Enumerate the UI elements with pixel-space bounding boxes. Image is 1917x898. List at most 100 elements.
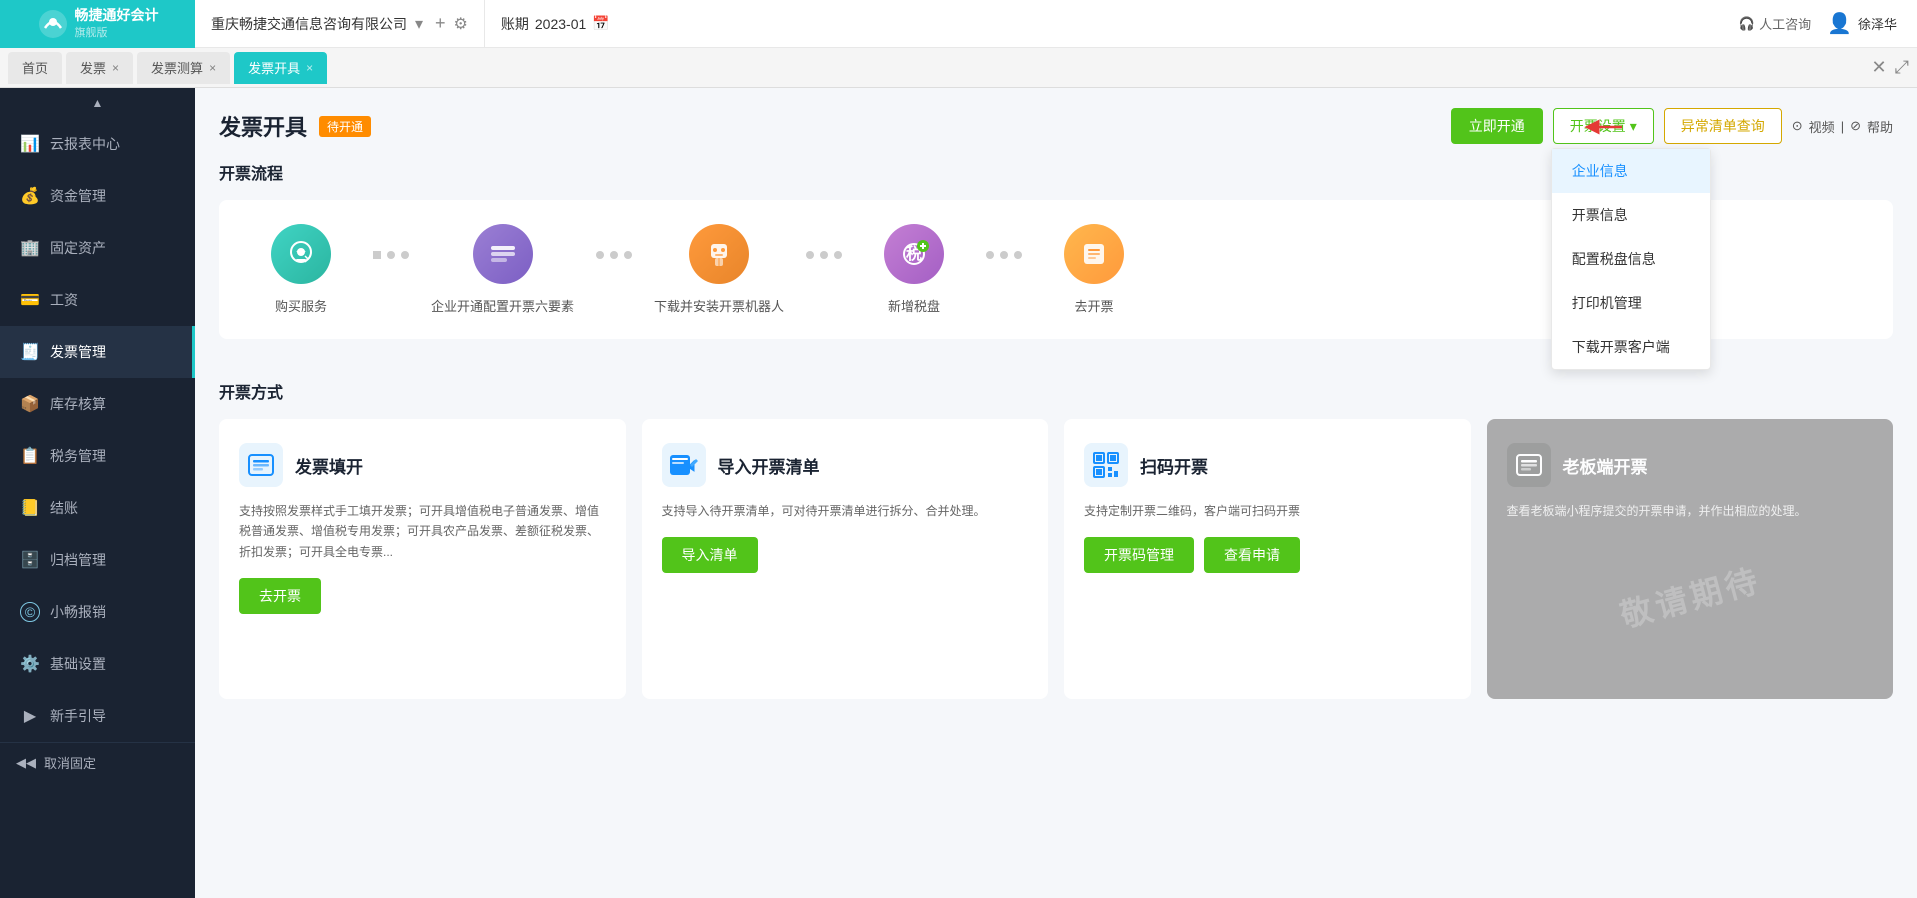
flow-connector-2 — [574, 254, 654, 256]
tab-invoice-open[interactable]: 发票开具 × — [234, 52, 327, 84]
sidebar-item-invoice-mgmt[interactable]: 🧾 发票管理 — [0, 326, 195, 378]
calendar-icon[interactable]: 📅 — [592, 15, 609, 32]
status-badge: 待开通 — [319, 116, 371, 137]
sidebar-item-fixed-assets-label: 固定资产 — [50, 238, 106, 258]
sidebar-item-cloud-report-label: 云报表中心 — [50, 134, 120, 154]
tab-invoice[interactable]: 发票 × — [66, 52, 133, 84]
dropdown-item-invoice-info[interactable]: 开票信息 — [1552, 193, 1710, 237]
scan-invoice-icon — [1084, 443, 1128, 487]
abnormal-button[interactable]: 异常清单查询 — [1664, 108, 1782, 144]
video-help[interactable]: ⊙ 视频 | ⊘ 帮助 — [1792, 117, 1893, 136]
boss-invoice-icon — [1507, 443, 1551, 487]
tab-invoice-calc-label: 发票测算 — [151, 58, 203, 77]
scan-invoice-apply-button[interactable]: 查看申请 — [1204, 537, 1300, 573]
sidebar-item-fixed-assets[interactable]: 🏢 固定资产 — [0, 222, 195, 274]
settings-sidebar-icon: ⚙️ — [20, 654, 40, 674]
dropdown-arrow-icon: ▾ — [415, 14, 423, 34]
import-list-button[interactable]: 导入清单 — [662, 537, 758, 573]
sidebar-item-tax-label: 税务管理 — [50, 446, 106, 466]
dropdown-menu: 企业信息 开票信息 配置税盘信息 打印机管理 下载开票客户端 — [1551, 148, 1711, 370]
red-arrow-icon — [1572, 119, 1632, 149]
do-invoice-label: 去开票 — [1075, 296, 1114, 315]
sidebar-item-settings[interactable]: ⚙️ 基础设置 — [0, 638, 195, 690]
sidebar-item-xiaochang[interactable]: © 小畅报销 — [0, 586, 195, 638]
flow-step-do-invoice[interactable]: 去开票 — [1044, 224, 1144, 315]
boss-invoice-title: 老板端开票 — [1563, 453, 1648, 478]
sidebar-item-cloud-report[interactable]: 📊 云报表中心 — [0, 118, 195, 170]
sidebar-item-accounting[interactable]: 📒 结账 — [0, 482, 195, 534]
sidebar-scroll-up[interactable]: ▲ — [0, 88, 195, 118]
account-period: 账期 2023-01 📅 — [485, 14, 626, 34]
xiaochang-icon: © — [20, 602, 40, 622]
sidebar-item-salary[interactable]: 💳 工资 — [0, 274, 195, 326]
tab-invoice-label: 发票 — [80, 58, 106, 77]
dropdown-item-printer-mgmt[interactable]: 打印机管理 — [1552, 281, 1710, 325]
tab-invoice-calc[interactable]: 发票测算 × — [137, 52, 230, 84]
fixed-assets-icon: 🏢 — [20, 238, 40, 258]
manual-fill-title: 发票填开 — [295, 453, 363, 478]
tab-invoice-calc-close[interactable]: × — [209, 61, 216, 75]
tab-home[interactable]: 首页 — [8, 52, 62, 84]
flow-step-buy-service[interactable]: 购买服务 — [251, 224, 351, 315]
tab-invoice-close[interactable]: × — [112, 61, 119, 75]
scan-invoice-code-button[interactable]: 开票码管理 — [1084, 537, 1194, 573]
fund-icon: 💰 — [20, 186, 40, 206]
company-name: 重庆畅捷交通信息咨询有限公司 — [211, 14, 407, 34]
sidebar-item-tax[interactable]: 📋 税务管理 — [0, 430, 195, 482]
dropdown-item-tax-config[interactable]: 配置税盘信息 — [1552, 237, 1710, 281]
sidebar-item-fund-label: 资金管理 — [50, 186, 106, 206]
do-invoice-icon — [1064, 224, 1124, 284]
page-header: 发票开具 待开通 立即开通 开票设置 ▾ 异常清单查询 ⊙ 视频 | ⊘ 帮助 — [195, 88, 1917, 160]
tab-invoice-open-close[interactable]: × — [306, 61, 313, 75]
user-name: 徐泽华 — [1858, 14, 1897, 33]
dropdown-item-download-client[interactable]: 下载开票客户端 — [1552, 325, 1710, 369]
tab-bar: 首页 发票 × 发票测算 × 发票开具 × ✕ ⤢ — [0, 48, 1917, 88]
logo-icon — [37, 8, 69, 40]
method-header-manual-fill: 发票填开 — [239, 443, 606, 487]
account-period-value: 2023-01 — [535, 16, 586, 32]
sidebar-item-archive[interactable]: 🗄️ 归档管理 — [0, 534, 195, 586]
dropdown-item-company-info[interactable]: 企业信息 — [1552, 149, 1710, 193]
tab-expand-icon[interactable]: ⤢ — [1895, 57, 1909, 78]
sidebar-item-invoice-mgmt-label: 发票管理 — [50, 342, 106, 362]
sidebar-item-inventory[interactable]: 📦 库存核算 — [0, 378, 195, 430]
sidebar-item-archive-label: 归档管理 — [50, 550, 106, 570]
video-label: 视频 — [1809, 117, 1835, 136]
flow-step-config-enterprise[interactable]: 企业开通配置开票六要素 — [431, 224, 574, 315]
flow-step-download-robot[interactable]: 下载并安装开票机器人 — [654, 224, 784, 315]
tab-close-all-icon[interactable]: ✕ — [1872, 57, 1887, 78]
service-button[interactable]: 🎧 人工咨询 — [1739, 14, 1811, 33]
flow-connector-4 — [964, 254, 1044, 256]
method-card-boss-invoice: 老板端开票 查看老板端小程序提交的开票申请，并作出相应的处理。 敬请期待 — [1487, 419, 1894, 699]
header-actions: 立即开通 开票设置 ▾ 异常清单查询 ⊙ 视频 | ⊘ 帮助 — [1451, 108, 1893, 144]
sidebar-cancel-pin[interactable]: ◀◀ 取消固定 — [0, 742, 195, 782]
sidebar-item-inventory-label: 库存核算 — [50, 394, 106, 414]
inventory-icon: 📦 — [20, 394, 40, 414]
sidebar-item-salary-label: 工资 — [50, 290, 78, 310]
import-list-icon — [662, 443, 706, 487]
sidebar-item-guide[interactable]: ▶ 新手引导 — [0, 690, 195, 742]
sidebar-item-fund[interactable]: 💰 资金管理 — [0, 170, 195, 222]
billing-methods-section: 开票方式 发票填开 — [195, 379, 1917, 719]
scan-invoice-desc: 支持定制开票二维码，客户端可扫码开票 — [1084, 501, 1451, 521]
settings-icon[interactable]: ⚙ — [454, 14, 468, 34]
logo-area: 畅捷通好会计 旗舰版 — [0, 0, 195, 48]
manual-fill-icon — [239, 443, 283, 487]
download-robot-icon — [689, 224, 749, 284]
scan-invoice-buttons: 开票码管理 查看申请 — [1084, 537, 1451, 573]
user-area[interactable]: 👤 徐泽华 — [1827, 11, 1897, 36]
tab-home-label: 首页 — [22, 58, 48, 77]
flow-step-add-taxdisk[interactable]: 税 新增税盘 — [864, 224, 964, 315]
content-area: 发票开具 待开通 立即开通 开票设置 ▾ 异常清单查询 ⊙ 视频 | ⊘ 帮助 — [195, 88, 1917, 898]
top-right: 🎧 人工咨询 👤 徐泽华 — [1739, 11, 1917, 36]
accounting-icon: 📒 — [20, 498, 40, 518]
download-robot-label: 下载并安装开票机器人 — [654, 296, 784, 315]
pin-icon: ◀◀ — [16, 755, 36, 771]
tax-icon: 📋 — [20, 446, 40, 466]
activate-button[interactable]: 立即开通 — [1451, 108, 1543, 144]
company-selector[interactable]: 重庆畅捷交通信息咨询有限公司 ▾ + ⚙ — [195, 0, 485, 47]
manual-fill-button[interactable]: 去开票 — [239, 578, 321, 614]
manual-fill-desc: 支持按照发票样式手工填开发票；可开具增值税电子普通发票、增值税普通发票、增值税专… — [239, 501, 606, 562]
add-icon[interactable]: + — [435, 13, 446, 34]
cancel-pin-label: 取消固定 — [44, 753, 96, 772]
